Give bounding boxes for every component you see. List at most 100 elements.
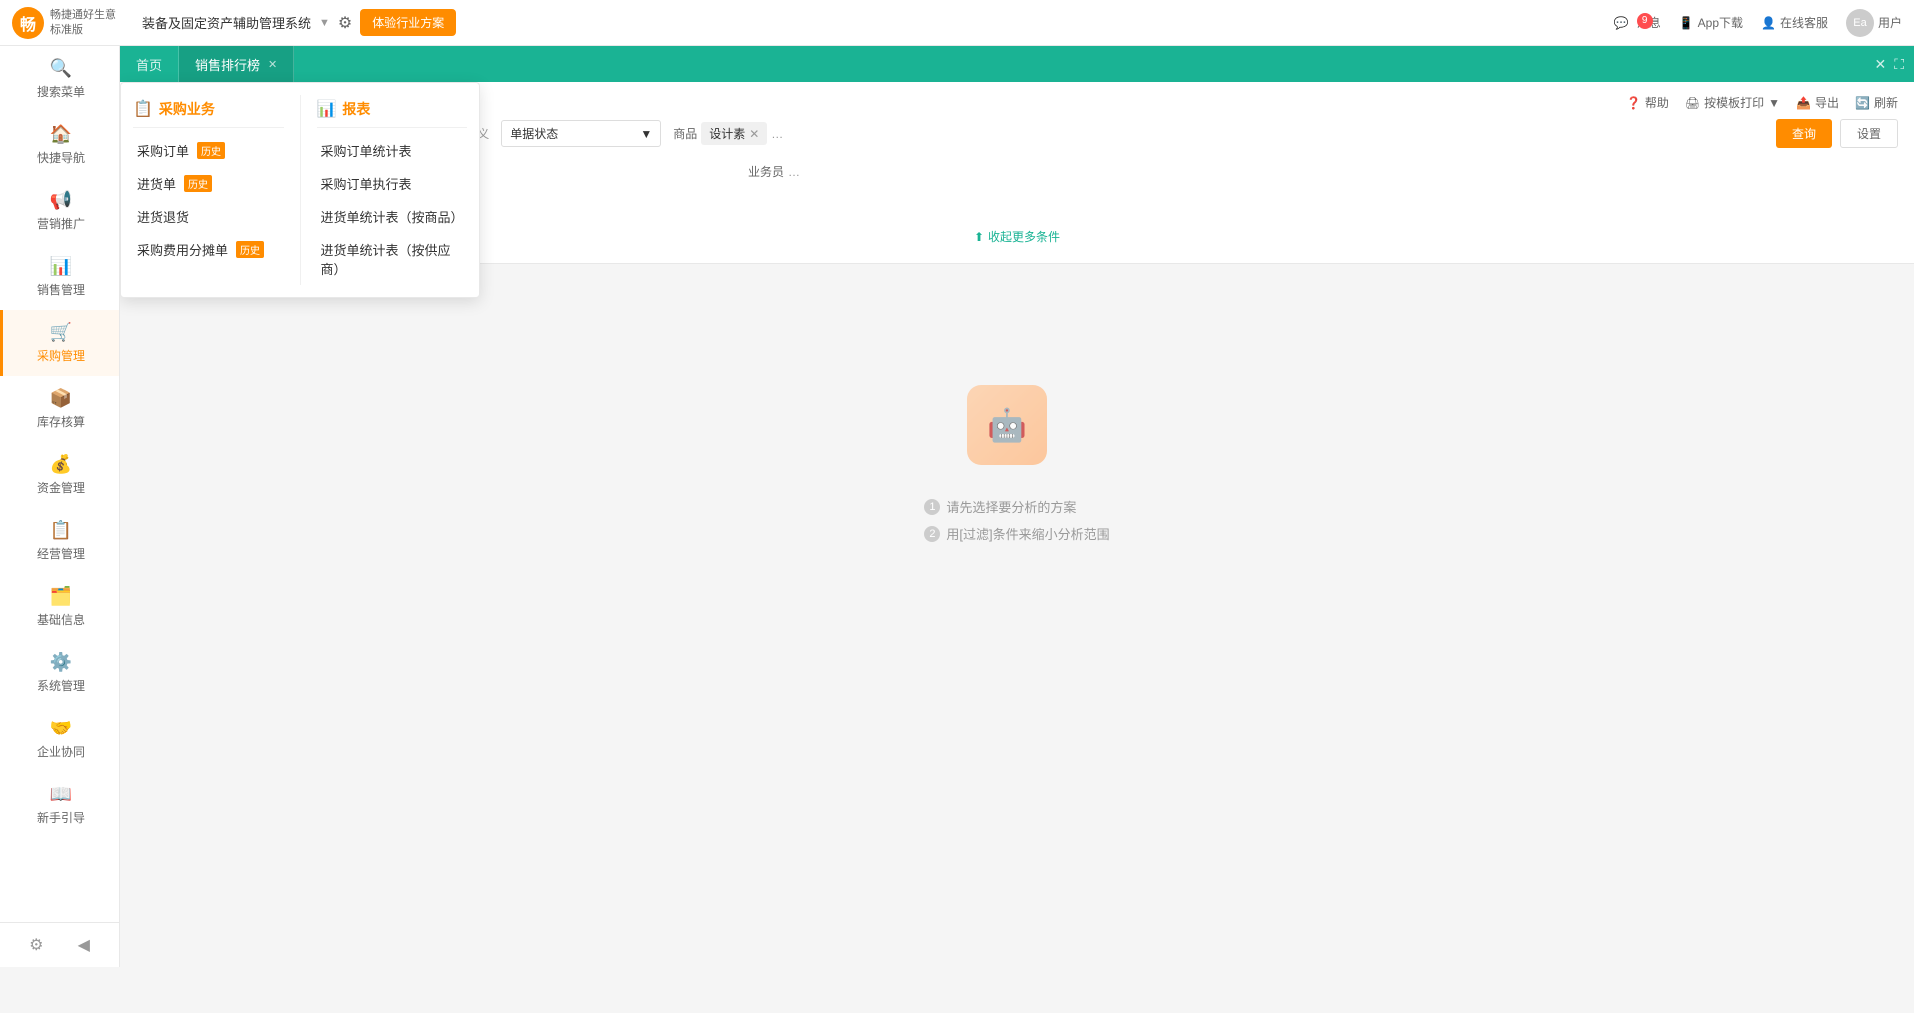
sidebar-item-quick[interactable]: 🏠 快捷导航 bbox=[0, 112, 119, 178]
print-label: 按模板打印 bbox=[1704, 94, 1764, 111]
dropdown-item-purchase-stat[interactable]: 采购订单统计表 bbox=[317, 134, 468, 167]
sidebar-item-sales[interactable]: 📊 销售管理 bbox=[0, 244, 119, 310]
search-icon: 🔍 bbox=[50, 58, 72, 79]
sidebar-label-inventory: 库存核算 bbox=[37, 413, 85, 430]
topbar-right: 💬 9 消息 📱 App下载 👤 在线客服 Ea 用户 bbox=[1614, 9, 1902, 37]
help-item[interactable]: ❓ 帮助 bbox=[1626, 94, 1669, 111]
dropdown-item-incoming-stat-goods[interactable]: 进货单统计表（按商品） bbox=[317, 200, 468, 233]
user-item[interactable]: Ea 用户 bbox=[1846, 9, 1902, 37]
main-area: 首页 销售排行榜 ✕ ✕ ⛶ 📋 采购业务 bbox=[120, 46, 1914, 967]
sidebar-label-basic: 基础信息 bbox=[37, 611, 85, 628]
sidebar-label-finance: 资金管理 bbox=[37, 479, 85, 496]
service-icon: 👤 bbox=[1761, 16, 1776, 30]
dropdown-divider bbox=[300, 95, 301, 285]
sidebar-label-enterprise: 企业协同 bbox=[37, 743, 85, 760]
tab-close-icon[interactable]: ✕ bbox=[1874, 56, 1886, 73]
filter-actions: 查询 设置 bbox=[1776, 119, 1898, 148]
voucher-status-select[interactable]: 单据状态 ▼ bbox=[501, 120, 661, 147]
sidebar-label-system: 系统管理 bbox=[37, 677, 85, 694]
empty-hint-1: 1 请先选择要分析的方案 bbox=[924, 497, 1109, 516]
goods-more[interactable]: … bbox=[771, 127, 783, 141]
sidebar-bottom: ⚙ ◀ bbox=[0, 922, 119, 967]
export-icon: 📤 bbox=[1796, 96, 1811, 110]
empty-state: 🤖 1 请先选择要分析的方案 2 用[过滤]条件来缩小分析范围 bbox=[120, 264, 1914, 664]
hint-num-2: 2 bbox=[924, 526, 940, 542]
hint-num-1: 1 bbox=[924, 499, 940, 515]
tab-home-label: 首页 bbox=[136, 55, 162, 74]
refresh-item[interactable]: 🔄 刷新 bbox=[1855, 94, 1898, 111]
sidebar-item-marketing[interactable]: 📢 营销推广 bbox=[0, 178, 119, 244]
tabbar: 首页 销售排行榜 ✕ ✕ ⛶ 📋 采购业务 bbox=[120, 46, 1914, 82]
dropdown-item-expense[interactable]: 采购费用分摊单 历史 bbox=[133, 233, 284, 266]
salesman-more[interactable]: … bbox=[788, 165, 800, 179]
tab-controls: ✕ ⛶ bbox=[1874, 46, 1914, 82]
print-dropdown-icon: ▼ bbox=[1768, 96, 1780, 110]
salesman-label: 业务员 bbox=[748, 163, 784, 180]
system-title: 装备及固定资产辅助管理系统 bbox=[142, 13, 311, 32]
goods-tag-close[interactable]: ✕ bbox=[749, 127, 759, 141]
enterprise-icon: 🤝 bbox=[50, 718, 72, 739]
sidebar-item-enterprise[interactable]: 🤝 企业协同 bbox=[0, 706, 119, 772]
dropdown-item-purchase-order[interactable]: 采购订单 历史 bbox=[133, 134, 284, 167]
tab-home[interactable]: 首页 bbox=[120, 46, 179, 82]
voucher-status-label: 单据状态 bbox=[510, 125, 558, 142]
export-item[interactable]: 📤 导出 bbox=[1796, 94, 1839, 111]
voucher-status-dropdown: ▼ bbox=[640, 127, 652, 141]
dropdown-item-purchase-exec[interactable]: 采购订单执行表 bbox=[317, 167, 468, 200]
history-tag-2: 历史 bbox=[184, 175, 212, 192]
app-download-item[interactable]: 📱 App下载 bbox=[1679, 14, 1743, 31]
finance-icon: 💰 bbox=[50, 454, 72, 475]
settings-bottom-icon[interactable]: ⚙ bbox=[29, 935, 43, 955]
dropdown-item-incoming[interactable]: 进货单 历史 bbox=[133, 167, 284, 200]
dropdown-report-col: 📊 报表 采购订单统计表 采购订单执行表 进货单统计表（按商品） bbox=[305, 95, 480, 285]
sidebar-item-basic[interactable]: 🗂️ 基础信息 bbox=[0, 574, 119, 640]
settings-icon[interactable]: ⚙ bbox=[338, 13, 352, 33]
sidebar-item-operation[interactable]: 📋 经营管理 bbox=[0, 508, 119, 574]
online-service-item[interactable]: 👤 在线客服 bbox=[1761, 14, 1828, 31]
sidebar-item-inventory[interactable]: 📦 库存核算 bbox=[0, 376, 119, 442]
dropdown-purchase-col: 📋 采购业务 采购订单 历史 进货单 历史 进货退货 bbox=[121, 95, 296, 285]
refresh-label: 刷新 bbox=[1874, 94, 1898, 111]
logo-area: 畅 畅捷通好生意 标准版 bbox=[12, 7, 132, 39]
setting-btn[interactable]: 设置 bbox=[1840, 119, 1898, 148]
goods-label: 商品 bbox=[673, 125, 697, 142]
refresh-icon: 🔄 bbox=[1855, 96, 1870, 110]
dropdown-item-return[interactable]: 进货退货 bbox=[133, 200, 284, 233]
sidebar: 🔍 搜索菜单 🏠 快捷导航 📢 营销推广 📊 销售管理 🛒 采购管理 📦 库存核… bbox=[0, 46, 120, 967]
tab-sales-rank[interactable]: 销售排行榜 ✕ bbox=[179, 46, 294, 82]
dropdown-menu: 📋 采购业务 采购订单 历史 进货单 历史 进货退货 bbox=[120, 82, 480, 298]
sidebar-label-purchase: 采购管理 bbox=[37, 347, 85, 364]
tab-sales-rank-close[interactable]: ✕ bbox=[268, 58, 277, 71]
message-icon: 💬 bbox=[1614, 16, 1629, 30]
tab-sales-rank-label: 销售排行榜 bbox=[195, 55, 260, 74]
sidebar-label-guide: 新手引导 bbox=[37, 809, 85, 826]
app-download-label: App下载 bbox=[1698, 14, 1743, 31]
query-btn[interactable]: 查询 bbox=[1776, 119, 1832, 148]
sidebar-item-search[interactable]: 🔍 搜索菜单 bbox=[0, 46, 119, 112]
message-item[interactable]: 💬 9 消息 bbox=[1614, 14, 1661, 31]
sales-icon: 📊 bbox=[50, 256, 72, 277]
empty-hints: 1 请先选择要分析的方案 2 用[过滤]条件来缩小分析范围 bbox=[924, 497, 1109, 543]
collapse-sidebar-icon[interactable]: ◀ bbox=[78, 935, 90, 955]
print-item[interactable]: 🖨 按模板打印 ▼ bbox=[1685, 94, 1780, 111]
operation-icon: 📋 bbox=[50, 520, 72, 541]
report-col-icon: 📊 bbox=[317, 99, 337, 119]
layout: 🔍 搜索菜单 🏠 快捷导航 📢 营销推广 📊 销售管理 🛒 采购管理 📦 库存核… bbox=[0, 46, 1914, 967]
sidebar-item-purchase[interactable]: 🛒 采购管理 bbox=[0, 310, 119, 376]
robot-illustration: 🤖 bbox=[967, 385, 1047, 465]
system-dropdown-icon[interactable]: ▼ bbox=[319, 17, 330, 29]
sidebar-item-finance[interactable]: 💰 资金管理 bbox=[0, 442, 119, 508]
sidebar-item-system[interactable]: ⚙️ 系统管理 bbox=[0, 640, 119, 706]
dropdown-item-incoming-stat-supplier[interactable]: 进货单统计表（按供应商） bbox=[317, 233, 468, 285]
marketing-icon: 📢 bbox=[50, 190, 72, 211]
sidebar-item-guide[interactable]: 📖 新手引导 bbox=[0, 772, 119, 838]
sidebar-label-sales: 销售管理 bbox=[37, 281, 85, 298]
help-label: 帮助 bbox=[1645, 94, 1669, 111]
inventory-icon: 📦 bbox=[50, 388, 72, 409]
industry-btn[interactable]: 体验行业方案 bbox=[360, 9, 456, 36]
empty-icon: 🤖 bbox=[967, 385, 1067, 485]
system-icon: ⚙️ bbox=[50, 652, 72, 673]
empty-hint-2: 2 用[过滤]条件来缩小分析范围 bbox=[924, 524, 1109, 543]
tab-maximize-icon[interactable]: ⛶ bbox=[1894, 56, 1904, 73]
logo-icon: 畅 bbox=[12, 7, 44, 39]
